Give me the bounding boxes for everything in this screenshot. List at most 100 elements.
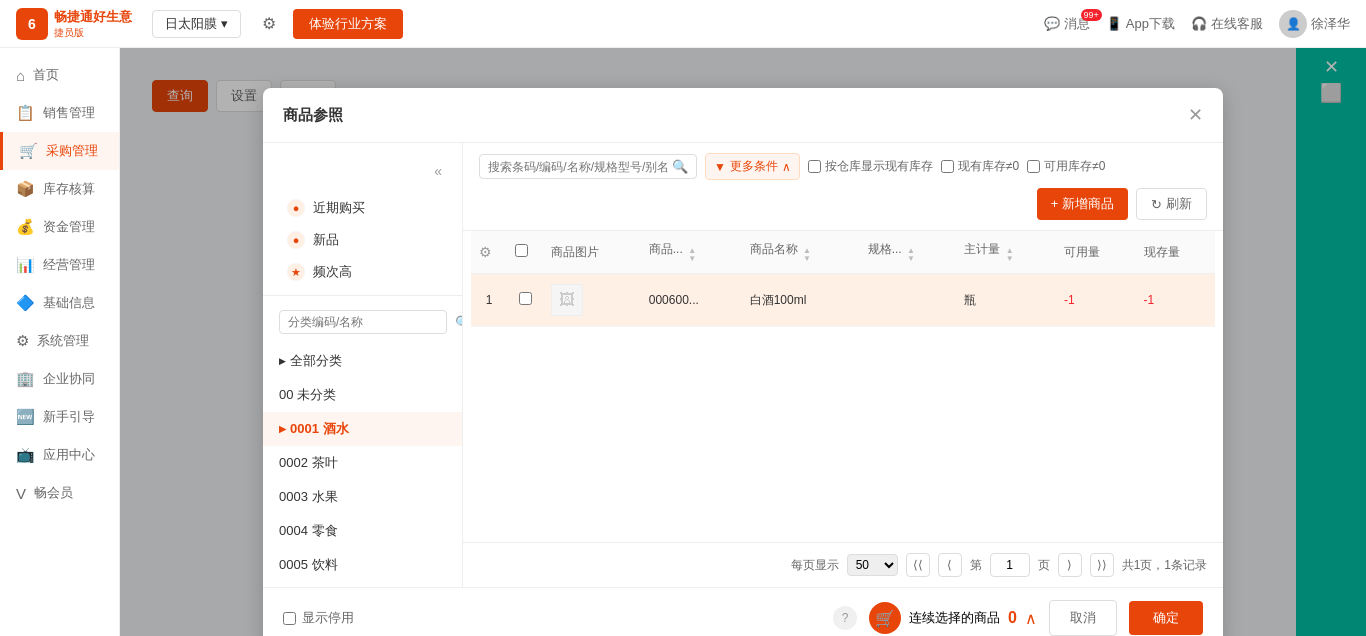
dialog-overlay: 商品参照 ✕ « ● 近期购买 bbox=[120, 48, 1366, 636]
app-download-btn[interactable]: 📱 App下载 bbox=[1106, 15, 1175, 33]
col-name-label: 商品名称 bbox=[750, 242, 798, 256]
topbar-right: 💬 消息 99+ 📱 App下载 🎧 在线客服 👤 徐泽华 bbox=[1044, 10, 1350, 38]
user-profile[interactable]: 👤 徐泽华 bbox=[1279, 10, 1350, 38]
per-page-label: 每页显示 bbox=[791, 557, 839, 574]
spec-sort-icon[interactable]: ▲▼ bbox=[907, 247, 915, 263]
product-search-box: 🔍 bbox=[479, 154, 697, 179]
trial-btn[interactable]: 体验行业方案 bbox=[293, 9, 403, 39]
row-checkbox[interactable] bbox=[519, 292, 532, 305]
frequent-icon: ★ bbox=[287, 263, 305, 281]
sidebar-item-basics[interactable]: 🔷 基础信息 bbox=[0, 284, 119, 322]
sidebar-item-member[interactable]: V 畅会员 bbox=[0, 474, 119, 512]
appstore-icon: 📺 bbox=[16, 446, 35, 464]
branch-selector[interactable]: 日太阳膜 ▾ bbox=[152, 10, 241, 38]
dialog-header: 商品参照 ✕ bbox=[263, 88, 1223, 143]
category-00[interactable]: 00 未分类 bbox=[263, 378, 462, 412]
product-code: 000600... bbox=[649, 293, 699, 307]
logo: 6 畅捷通好生意 捷员版 bbox=[16, 8, 132, 40]
messages-btn[interactable]: 💬 消息 99+ bbox=[1044, 15, 1090, 33]
pagination: 每页显示 50 20 100 ⟨⟨ ⟨ 第 页 ⟩ bbox=[463, 542, 1223, 587]
category-label: 0004 零食 bbox=[279, 522, 338, 540]
refresh-icon: ↻ bbox=[1151, 197, 1162, 212]
warehouse-stock-filter[interactable]: 按仓库显示现有库存 bbox=[808, 158, 933, 175]
nonzero-stock-checkbox[interactable] bbox=[941, 160, 954, 173]
content-area: 查询 设置 刷新 ✕ ⬜ 商品参照 ✕ bbox=[120, 48, 1366, 636]
category-search: 🔍 bbox=[263, 304, 462, 340]
row-num: 1 bbox=[471, 274, 507, 327]
sidebar-item-system[interactable]: ⚙ 系统管理 bbox=[0, 322, 119, 360]
more-filter-btn[interactable]: ▼ 更多条件 ∧ bbox=[705, 153, 800, 180]
sidebar-item-label: 企业协同 bbox=[43, 370, 95, 388]
col-name: 商品名称 ▲▼ bbox=[742, 231, 860, 274]
category-search-input[interactable] bbox=[279, 310, 447, 334]
column-settings-icon[interactable]: ⚙ bbox=[479, 244, 492, 260]
category-0004[interactable]: 0004 零食 bbox=[263, 514, 462, 548]
select-all-checkbox[interactable] bbox=[515, 244, 528, 257]
help-icon[interactable]: ? bbox=[833, 606, 857, 630]
filter-arrow-icon: ∧ bbox=[782, 160, 791, 174]
sidebar-item-operations[interactable]: 📊 经营管理 bbox=[0, 246, 119, 284]
sidebar-item-guide[interactable]: 🆕 新手引导 bbox=[0, 398, 119, 436]
show-disabled-toggle[interactable]: 显示停用 bbox=[283, 609, 354, 627]
unit-sort-icon[interactable]: ▲▼ bbox=[1006, 247, 1014, 263]
name-sort-icon[interactable]: ▲▼ bbox=[803, 247, 811, 263]
per-page-select[interactable]: 50 20 100 bbox=[847, 554, 898, 576]
cart-icon[interactable]: 🛒 bbox=[869, 602, 901, 634]
available-stock-checkbox[interactable] bbox=[1027, 160, 1040, 173]
col-image-label: 商品图片 bbox=[551, 245, 599, 259]
category-0001[interactable]: ▶ 0001 酒水 bbox=[263, 412, 462, 446]
confirm-btn[interactable]: 确定 bbox=[1129, 601, 1203, 635]
warehouse-stock-checkbox[interactable] bbox=[808, 160, 821, 173]
sidebar-item-enterprise[interactable]: 🏢 企业协同 bbox=[0, 360, 119, 398]
sidebar-item-finance[interactable]: 💰 资金管理 bbox=[0, 208, 119, 246]
sidebar: ⌂ 首页 📋 销售管理 🛒 采购管理 📦 库存核算 💰 资金管理 📊 经营管理 … bbox=[0, 48, 120, 636]
sidebar-item-sales[interactable]: 📋 销售管理 bbox=[0, 94, 119, 132]
page-next-btn[interactable]: ⟩ bbox=[1058, 553, 1082, 577]
refresh-btn[interactable]: ↻ 刷新 bbox=[1136, 188, 1207, 220]
online-service-btn[interactable]: 🎧 在线客服 bbox=[1191, 15, 1263, 33]
dialog-footer: 显示停用 ? 🛒 连续选择的商品 0 ∧ 取消 确定 bbox=[263, 587, 1223, 636]
nonzero-stock-filter[interactable]: 现有库存≠0 bbox=[941, 158, 1019, 175]
settings-icon[interactable]: ⚙ bbox=[253, 8, 285, 40]
col-stock-label: 现存量 bbox=[1144, 245, 1180, 259]
dialog-close-btn[interactable]: ✕ bbox=[1188, 104, 1203, 126]
product-search-input[interactable] bbox=[488, 160, 668, 174]
row-code-cell: 000600... bbox=[641, 274, 742, 327]
available-stock-filter[interactable]: 可用库存≠0 bbox=[1027, 158, 1105, 175]
category-search-icon[interactable]: 🔍 bbox=[455, 315, 463, 330]
col-spec-label: 规格... bbox=[868, 242, 902, 256]
page-last-btn[interactable]: ⟩⟩ bbox=[1090, 553, 1114, 577]
product-table-container: ⚙ 商品图片 bbox=[463, 231, 1223, 542]
sidebar-item-label: 销售管理 bbox=[43, 104, 95, 122]
category-label: 0005 饮料 bbox=[279, 556, 338, 574]
page-first-btn[interactable]: ⟨⟨ bbox=[906, 553, 930, 577]
category-all[interactable]: ▶ 全部分类 bbox=[263, 344, 462, 378]
category-0002[interactable]: 0002 茶叶 bbox=[263, 446, 462, 480]
category-label: 0003 水果 bbox=[279, 488, 338, 506]
cancel-btn[interactable]: 取消 bbox=[1049, 600, 1117, 636]
category-0005[interactable]: 0005 饮料 bbox=[263, 548, 462, 582]
sidebar-item-purchase[interactable]: 🛒 采购管理 bbox=[0, 132, 119, 170]
col-settings: ⚙ bbox=[471, 231, 507, 274]
sidebar-item-appstore[interactable]: 📺 应用中心 bbox=[0, 436, 119, 474]
collapse-left-panel-btn[interactable]: « bbox=[430, 159, 446, 183]
show-disabled-checkbox[interactable] bbox=[283, 612, 296, 625]
page-prev-btn[interactable]: ⟨ bbox=[938, 553, 962, 577]
row-stock-cell: -1 bbox=[1136, 274, 1216, 327]
quick-filter-new[interactable]: ● 新品 bbox=[271, 225, 454, 255]
sidebar-item-home[interactable]: ⌂ 首页 bbox=[0, 56, 119, 94]
category-0003[interactable]: 0003 水果 bbox=[263, 480, 462, 514]
quick-filter-frequent[interactable]: ★ 频次高 bbox=[271, 257, 454, 287]
col-code-label: 商品... bbox=[649, 242, 683, 256]
quick-filter-recent[interactable]: ● 近期购买 bbox=[271, 193, 454, 223]
page-number-input[interactable] bbox=[990, 553, 1030, 577]
footer-right: ? 🛒 连续选择的商品 0 ∧ 取消 确定 bbox=[833, 600, 1203, 636]
add-product-btn[interactable]: + 新增商品 bbox=[1037, 188, 1128, 220]
col-code: 商品... ▲▼ bbox=[641, 231, 742, 274]
code-sort-icon[interactable]: ▲▼ bbox=[688, 247, 696, 263]
product-search-icon[interactable]: 🔍 bbox=[672, 159, 688, 174]
table-row[interactable]: 1 🖼 000600... bbox=[471, 274, 1215, 327]
cart-collapse-icon[interactable]: ∧ bbox=[1025, 609, 1037, 628]
topbar: 6 畅捷通好生意 捷员版 日太阳膜 ▾ ⚙ 体验行业方案 💬 消息 99+ 📱 … bbox=[0, 0, 1366, 48]
sidebar-item-inventory[interactable]: 📦 库存核算 bbox=[0, 170, 119, 208]
